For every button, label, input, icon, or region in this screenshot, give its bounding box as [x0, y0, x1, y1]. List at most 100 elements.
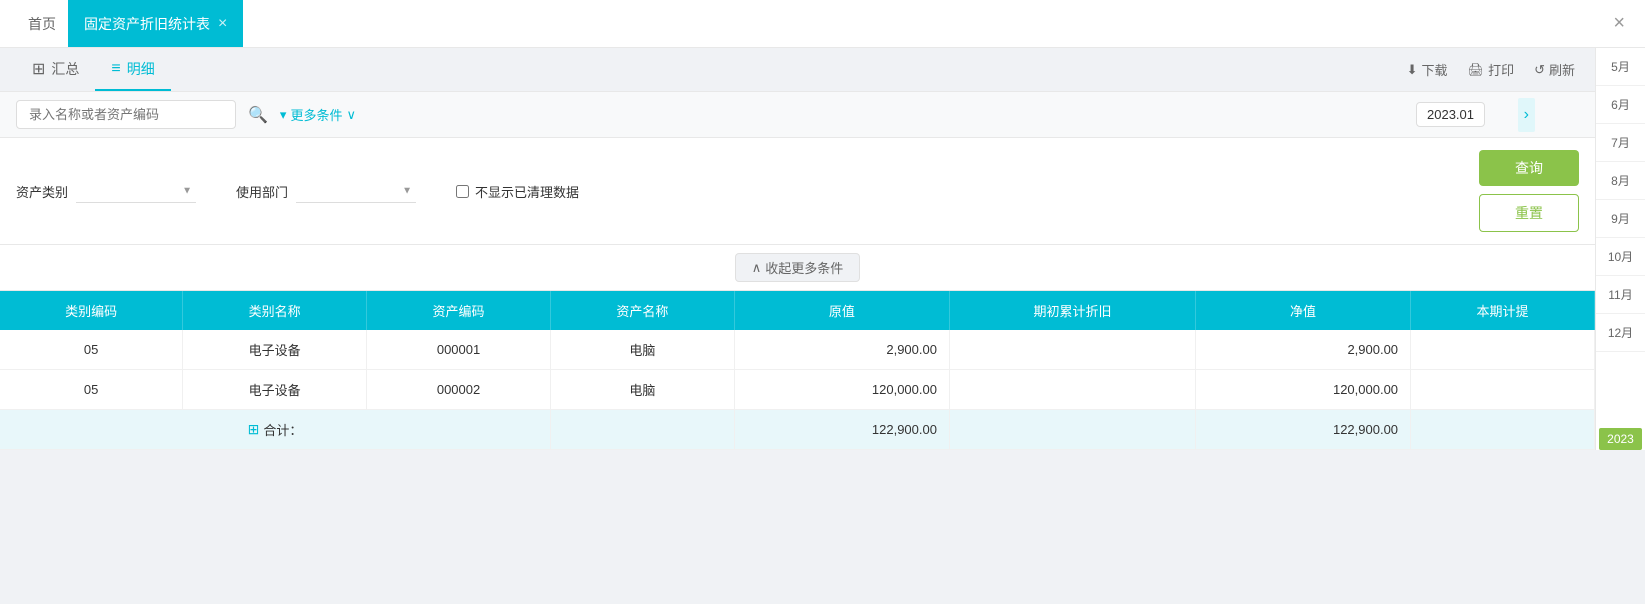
window-close-button[interactable]: ×	[1613, 12, 1625, 35]
filter-icon: ▾	[280, 107, 287, 123]
date-nav-button[interactable]: ›	[1518, 98, 1535, 132]
right-panel-month-item[interactable]: 9月	[1596, 200, 1645, 238]
active-tab[interactable]: 固定资产折旧统计表 ×	[68, 0, 243, 47]
print-button[interactable]: 🖨 打印	[1468, 60, 1515, 79]
asset-type-label: 资产类别	[16, 182, 68, 201]
tab-summary-label: 汇总	[51, 59, 79, 79]
reset-button[interactable]: 重置	[1479, 194, 1579, 232]
collapse-bar: ∧ 收起更多条件	[0, 245, 1595, 291]
filter-section: 资产类别 ▼ 使用部门 ▼	[0, 138, 1595, 245]
cell-asset-name: 电脑	[550, 330, 734, 370]
cell-net-value: 120,000.00	[1195, 370, 1410, 410]
department-select-wrapper: ▼	[296, 179, 416, 203]
table-row: 05 电子设备 000002 电脑 120,000.00 120,000.00	[0, 370, 1595, 410]
total-label-cell: ⊞ 合计：	[0, 410, 550, 450]
col-net-value: 净值	[1195, 291, 1410, 330]
right-panel: 5月6月7月8月9月10月11月12月 2023	[1595, 48, 1645, 450]
print-icon: 🖨	[1468, 62, 1485, 78]
cell-category-name: 电子设备	[183, 330, 367, 370]
print-label: 打印	[1488, 60, 1514, 79]
col-accumulated-dep: 期初累计折旧	[949, 291, 1195, 330]
total-original-value: 122,900.00	[734, 410, 949, 450]
table-header-row: 类别编码 类别名称 资产编码 资产名称 原值 期初累计折旧 净值 本期计提	[0, 291, 1595, 330]
cell-original-value: 2,900.00	[734, 330, 949, 370]
asset-type-select-wrapper: ▼	[76, 179, 196, 203]
top-nav: 首页 固定资产折旧统计表 × ×	[0, 0, 1645, 48]
department-select[interactable]	[296, 179, 416, 203]
right-panel-month-item[interactable]: 5月	[1596, 48, 1645, 86]
toolbar-right: ⬇ 下载 🖨 打印 ↺ 刷新	[1407, 60, 1575, 79]
hide-cleared-label: 不显示已清理数据	[475, 182, 579, 201]
tab-close-icon[interactable]: ×	[218, 15, 227, 33]
search-input[interactable]	[16, 100, 236, 129]
right-panel-months: 5月6月7月8月9月10月11月12月	[1596, 48, 1645, 352]
cell-category-code: 05	[0, 370, 183, 410]
main-content: ⊞ 汇总 ≡ 明细 ⬇ 下载 🖨 打印 ↺ 刷新	[0, 48, 1595, 450]
download-icon: ⬇	[1407, 62, 1418, 78]
department-label: 使用部门	[236, 182, 288, 201]
right-panel-month-item[interactable]: 6月	[1596, 86, 1645, 124]
tab-detail-label: 明细	[127, 59, 155, 79]
more-conditions-label: 更多条件	[290, 105, 342, 124]
refresh-label: 刷新	[1549, 60, 1575, 79]
hide-cleared-field: 不显示已清理数据	[456, 182, 579, 201]
cell-asset-name: 电脑	[550, 370, 734, 410]
collapse-label: 收起更多条件	[765, 258, 843, 277]
right-panel-month-item[interactable]: 8月	[1596, 162, 1645, 200]
cell-net-value: 2,900.00	[1195, 330, 1410, 370]
tab-detail[interactable]: ≡ 明细	[95, 48, 170, 91]
cell-accumulated-dep	[949, 330, 1195, 370]
more-conditions-button[interactable]: ▾ 更多条件 ∨	[280, 105, 356, 124]
col-category-code: 类别编码	[0, 291, 183, 330]
tab-bar: ⊞ 汇总 ≡ 明细 ⬇ 下载 🖨 打印 ↺ 刷新	[0, 48, 1595, 92]
hide-cleared-checkbox[interactable]	[456, 185, 469, 198]
refresh-button[interactable]: ↺ 刷新	[1534, 60, 1575, 79]
total-accumulated-dep	[949, 410, 1195, 450]
total-icon: ⊞	[248, 421, 260, 438]
asset-type-field: 资产类别 ▼	[16, 179, 196, 203]
cell-category-name: 电子设备	[183, 370, 367, 410]
right-panel-month-item[interactable]: 7月	[1596, 124, 1645, 162]
total-text: 合计：	[263, 420, 302, 439]
total-current-dep	[1411, 410, 1595, 450]
cell-current-dep	[1411, 370, 1595, 410]
right-panel-month-item[interactable]: 10月	[1596, 238, 1645, 276]
filter-actions: 查询 重置	[1479, 150, 1579, 232]
tab-summary[interactable]: ⊞ 汇总	[16, 48, 95, 91]
col-original-value: 原值	[734, 291, 949, 330]
table-total-row: ⊞ 合计： 122,900.00 122,900.00	[0, 410, 1595, 450]
cell-current-dep	[1411, 330, 1595, 370]
data-table: 类别编码 类别名称 资产编码 资产名称 原值 期初累计折旧 净值 本期计提 05…	[0, 291, 1595, 450]
cell-asset-code: 000002	[367, 370, 551, 410]
table-row: 05 电子设备 000001 电脑 2,900.00 2,900.00	[0, 330, 1595, 370]
total-empty	[550, 410, 734, 450]
total-net-value: 122,900.00	[1195, 410, 1410, 450]
detail-icon: ≡	[111, 60, 120, 78]
cell-accumulated-dep	[949, 370, 1195, 410]
nav-home[interactable]: 首页	[16, 14, 68, 34]
search-icon[interactable]: 🔍	[248, 105, 268, 125]
refresh-icon: ↺	[1534, 62, 1545, 78]
query-button[interactable]: 查询	[1479, 150, 1579, 186]
filter-row: 资产类别 ▼ 使用部门 ▼	[16, 150, 1579, 232]
col-category-name: 类别名称	[183, 291, 367, 330]
col-current-dep: 本期计提	[1411, 291, 1595, 330]
col-asset-code: 资产编码	[367, 291, 551, 330]
summary-icon: ⊞	[32, 59, 45, 79]
date-badge: 2023.01	[1416, 102, 1485, 127]
col-asset-name: 资产名称	[550, 291, 734, 330]
table-wrapper: 类别编码 类别名称 资产编码 资产名称 原值 期初累计折旧 净值 本期计提 05…	[0, 291, 1595, 450]
asset-type-select[interactable]	[76, 179, 196, 203]
right-panel-month-item[interactable]: 12月	[1596, 314, 1645, 352]
cell-category-code: 05	[0, 330, 183, 370]
tab-title: 固定资产折旧统计表	[84, 14, 210, 34]
collapse-icon: ∧	[752, 260, 762, 276]
right-panel-month-item[interactable]: 11月	[1596, 276, 1645, 314]
main-area: ⊞ 汇总 ≡ 明细 ⬇ 下载 🖨 打印 ↺ 刷新	[0, 48, 1645, 450]
search-bar: 🔍 ▾ 更多条件 ∨ › 2023.01	[0, 92, 1595, 138]
download-label: 下载	[1422, 60, 1448, 79]
collapse-button[interactable]: ∧ 收起更多条件	[735, 253, 861, 282]
chevron-down-icon: ∨	[346, 107, 356, 123]
department-field: 使用部门 ▼	[236, 179, 416, 203]
download-button[interactable]: ⬇ 下载	[1407, 60, 1448, 79]
